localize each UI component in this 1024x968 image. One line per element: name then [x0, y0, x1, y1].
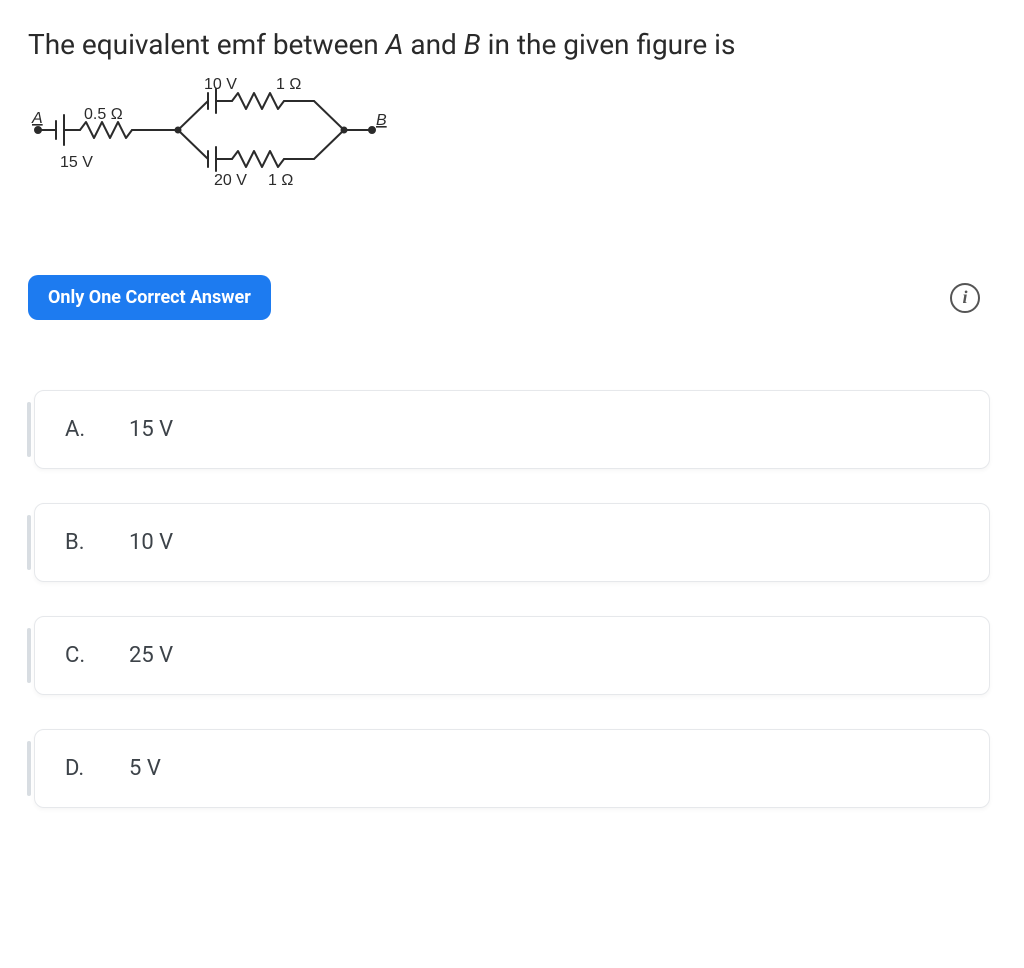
option-d[interactable]: D. 5 V [34, 729, 990, 808]
question-prefix: The equivalent emf between [28, 28, 386, 61]
circuit-bottom-emf: 20 V [214, 172, 247, 189]
circuit-terminal-a: A [31, 110, 43, 127]
option-letter: D. [65, 756, 93, 781]
circuit-top-res: 1 Ω [276, 76, 301, 93]
option-text: 5 V [129, 756, 161, 781]
option-a[interactable]: A. 15 V [34, 390, 990, 469]
option-bar [27, 515, 31, 570]
option-text: 15 V [129, 417, 173, 442]
circuit-bottom-res: 1 Ω [268, 172, 293, 189]
circuit-top-emf: 10 V [204, 76, 237, 93]
circuit-svg: A B 0.5 Ω 15 V 10 V 1 Ω 20 V 1 Ω [28, 75, 428, 215]
option-letter: C. [65, 643, 93, 668]
question-mid: and [403, 28, 463, 61]
question-suffix: in the given figure is [481, 28, 736, 61]
option-bar [27, 402, 31, 457]
options-list: A. 15 V B. 10 V C. 25 V D. 5 V [28, 390, 996, 808]
circuit-diagram: A B 0.5 Ω 15 V 10 V 1 Ω 20 V 1 Ω [28, 75, 996, 215]
option-letter: A. [65, 417, 93, 442]
circuit-series-emf: 15 V [60, 154, 93, 171]
badge-row: Only One Correct Answer i [28, 275, 996, 320]
info-icon[interactable]: i [950, 283, 980, 313]
option-b[interactable]: B. 10 V [34, 503, 990, 582]
question-text: The equivalent emf between A and B in th… [28, 28, 996, 61]
option-c[interactable]: C. 25 V [34, 616, 990, 695]
answer-type-badge: Only One Correct Answer [28, 275, 271, 320]
circuit-series-res: 0.5 Ω [84, 106, 123, 123]
option-text: 10 V [129, 530, 173, 555]
info-glyph: i [962, 287, 967, 308]
question-var-b: B [464, 28, 481, 61]
option-letter: B. [65, 530, 93, 555]
question-var-a: A [386, 28, 404, 61]
option-bar [27, 741, 31, 796]
circuit-terminal-b: B [376, 112, 387, 129]
option-bar [27, 628, 31, 683]
option-text: 25 V [129, 643, 173, 668]
